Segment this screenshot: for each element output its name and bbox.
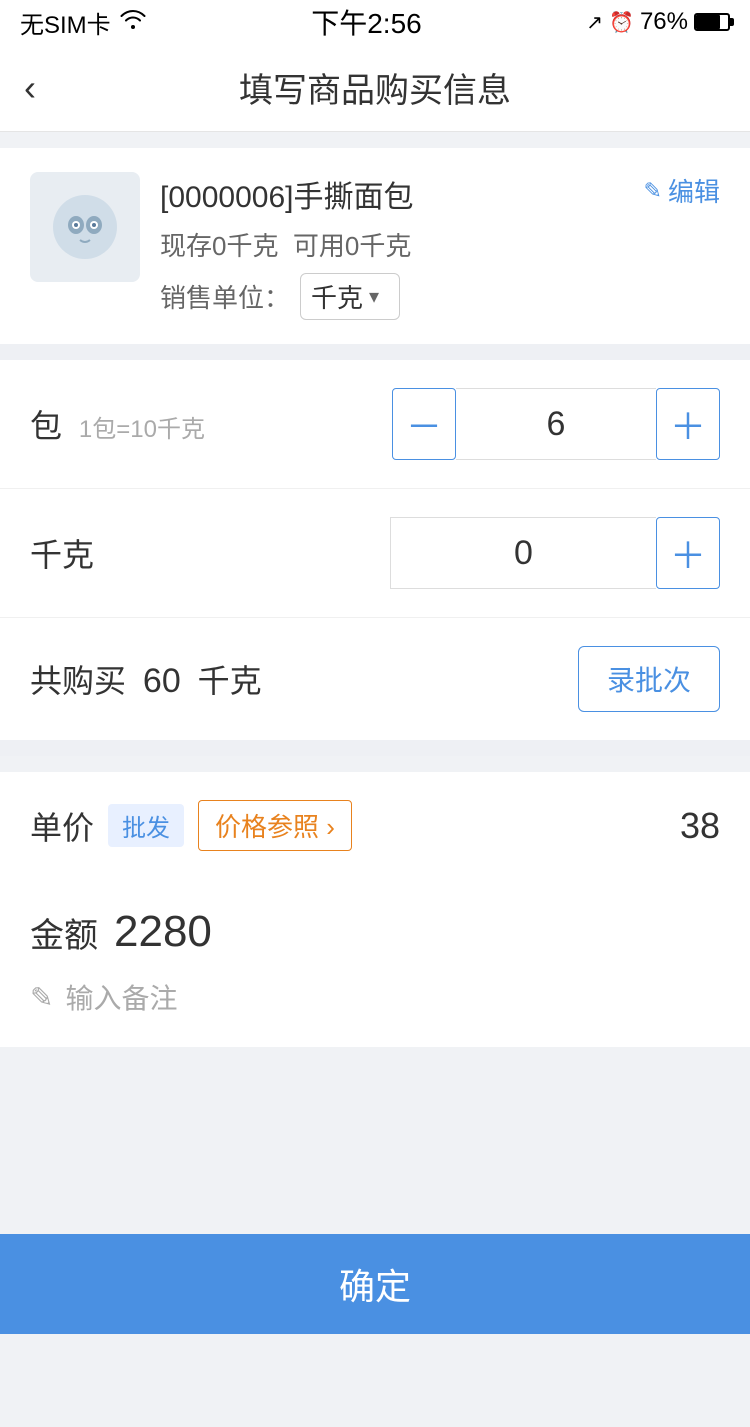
pencil-icon: ✎ <box>30 981 53 1014</box>
kg-plus-button[interactable]: ＋ <box>656 517 720 589</box>
edit-icon: ✎ <box>644 178 662 204</box>
alarm-icon: ⏰ <box>609 10 634 35</box>
bag-qty-control: － ＋ <box>392 388 720 460</box>
confirm-bar[interactable]: 确定 <box>0 1234 750 1334</box>
section-divider-1 <box>0 344 750 360</box>
carrier-text: 无SIM卡 <box>20 5 111 40</box>
edit-button[interactable]: ✎ 编辑 <box>644 172 720 209</box>
bag-plus-button[interactable]: ＋ <box>656 388 720 460</box>
amount-label: 金额 <box>30 908 98 957</box>
status-bar: 无SIM卡 下午2:56 ↗ ⏰ 76% <box>0 0 750 44</box>
product-name: [0000006]手撕面包 <box>160 172 720 216</box>
note-row[interactable]: ✎ 输入备注 <box>0 957 750 1047</box>
bag-minus-button[interactable]: － <box>392 388 456 460</box>
note-text: 输入备注 <box>65 977 177 1017</box>
status-time: 下午2:56 <box>311 2 422 42</box>
unit-value: 千克 <box>311 278 363 315</box>
battery-icon <box>694 13 730 31</box>
product-stock: 现存0千克 可用0千克 <box>160 226 720 263</box>
amount-value: 2280 <box>114 907 212 957</box>
bag-hint: 1包=10千克 <box>79 416 205 443</box>
edit-label: 编辑 <box>668 172 720 209</box>
price-tag: 批发 <box>108 804 184 847</box>
page-title: 填写商品购买信息 <box>239 63 511 112</box>
bag-qty-input[interactable] <box>456 388 656 460</box>
unit-label: 销售单位： <box>160 278 290 315</box>
amount-row: 金额 2280 <box>0 879 750 957</box>
kg-input-row: 千克 ＋ <box>0 489 750 618</box>
dropdown-icon: ▾ <box>369 284 379 309</box>
batch-button[interactable]: 录批次 <box>578 646 720 712</box>
status-left: 无SIM卡 <box>20 5 147 40</box>
total-row: 共购买 60 千克 录批次 <box>0 618 750 740</box>
kg-qty-control: ＋ <box>390 517 720 589</box>
price-value: 38 <box>680 805 720 847</box>
unit-select[interactable]: 千克 ▾ <box>300 273 400 320</box>
nav-bar: ‹ 填写商品购买信息 <box>0 44 750 132</box>
kg-qty-input[interactable] <box>390 517 656 589</box>
battery-percent: 76% <box>640 8 688 36</box>
product-info: [0000006]手撕面包 现存0千克 可用0千克 销售单位： 千克 ▾ <box>160 172 720 320</box>
location-icon: ↗ <box>586 10 603 35</box>
total-amount: 60 <box>143 662 181 700</box>
input-section: 包 1包=10千克 － ＋ 千克 ＋ 共购买 60 千克 录批次 <box>0 360 750 740</box>
product-image <box>30 172 140 282</box>
confirm-text: 确定 <box>339 1258 411 1310</box>
status-right: ↗ ⏰ 76% <box>586 8 730 36</box>
product-unit-row: 销售单位： 千克 ▾ <box>160 273 720 320</box>
price-label: 单价 <box>30 803 94 849</box>
wifi-icon <box>119 8 147 36</box>
bag-input-row: 包 1包=10千克 － ＋ <box>0 360 750 489</box>
price-ref-button[interactable]: 价格参照 › <box>198 800 352 851</box>
back-button[interactable]: ‹ <box>24 67 36 109</box>
price-section: 单价 批发 价格参照 › 38 <box>0 772 750 879</box>
kg-label: 千克 <box>30 530 390 576</box>
product-card: [0000006]手撕面包 现存0千克 可用0千克 销售单位： 千克 ▾ ✎ 编… <box>0 148 750 344</box>
section-divider-2 <box>0 740 750 756</box>
total-text: 共购买 60 千克 <box>30 656 262 702</box>
bag-label: 包 1包=10千克 <box>30 401 392 447</box>
